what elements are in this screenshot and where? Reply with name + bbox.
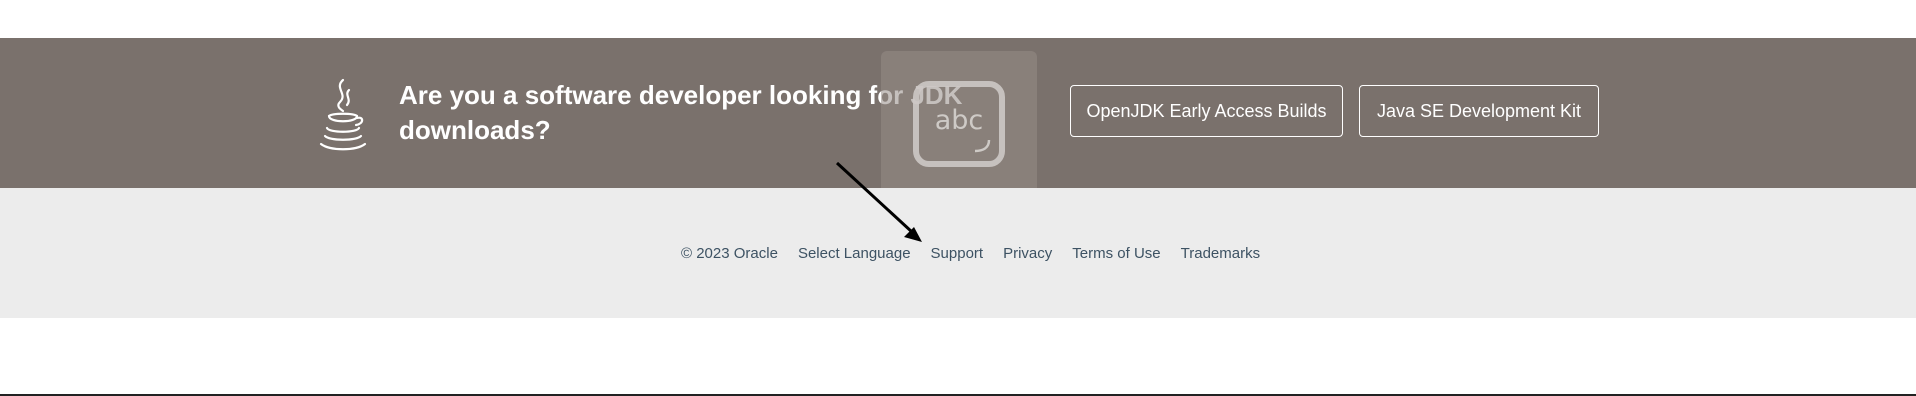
select-language-link[interactable]: Select Language: [798, 244, 911, 264]
keyboard-input-text: abc: [934, 105, 984, 136]
page-footer: © 2023 Oracle Select Language Support Pr…: [0, 188, 1916, 318]
openjdk-early-access-button[interactable]: OpenJDK Early Access Builds: [1070, 85, 1343, 137]
footer-links: © 2023 Oracle Select Language Support Pr…: [681, 244, 1260, 264]
java-se-development-kit-button[interactable]: Java SE Development Kit: [1359, 85, 1599, 137]
key-corner-mark: [974, 139, 991, 153]
support-link[interactable]: Support: [931, 244, 984, 264]
java-cup-icon: [319, 78, 367, 151]
copyright-text: © 2023 Oracle: [681, 245, 778, 262]
pointer-arrow: [835, 161, 922, 242]
terms-of-use-link[interactable]: Terms of Use: [1072, 244, 1160, 264]
keyboard-input-icon: abc: [913, 81, 1005, 167]
top-spacer: [0, 0, 1916, 38]
trademarks-link[interactable]: Trademarks: [1181, 244, 1260, 264]
privacy-link[interactable]: Privacy: [1003, 244, 1052, 264]
